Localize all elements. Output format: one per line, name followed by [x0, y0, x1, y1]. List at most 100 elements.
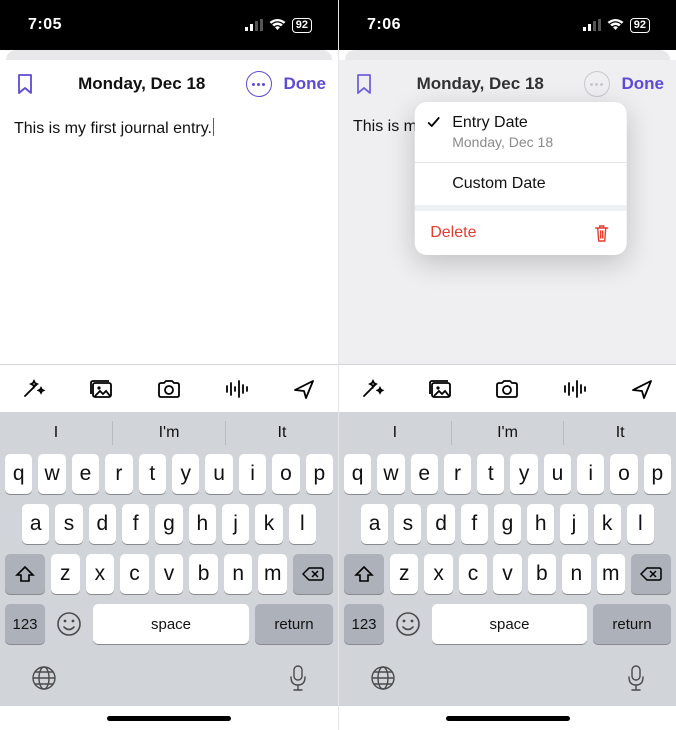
menu-custom-date[interactable]: Custom Date: [414, 163, 626, 205]
numbers-key[interactable]: 123: [5, 604, 45, 644]
return-key[interactable]: return: [255, 604, 333, 644]
key[interactable]: g: [494, 504, 521, 544]
key[interactable]: j: [222, 504, 249, 544]
key[interactable]: f: [461, 504, 488, 544]
key[interactable]: o: [610, 454, 637, 494]
mic-icon[interactable]: [288, 664, 308, 697]
key[interactable]: c: [459, 554, 487, 594]
mic-icon[interactable]: [626, 664, 646, 697]
bookmark-icon[interactable]: [351, 71, 377, 97]
key[interactable]: k: [594, 504, 621, 544]
key[interactable]: y: [172, 454, 199, 494]
key[interactable]: x: [424, 554, 452, 594]
key[interactable]: p: [644, 454, 671, 494]
key[interactable]: x: [86, 554, 115, 594]
key[interactable]: r: [444, 454, 471, 494]
key[interactable]: t: [477, 454, 504, 494]
key[interactable]: o: [272, 454, 299, 494]
numbers-key[interactable]: 123: [344, 604, 384, 644]
location-arrow-icon[interactable]: [282, 367, 326, 411]
key[interactable]: i: [577, 454, 604, 494]
key[interactable]: i: [239, 454, 266, 494]
key[interactable]: e: [72, 454, 99, 494]
key[interactable]: c: [120, 554, 149, 594]
status-bar: 7:05 92: [0, 0, 338, 50]
key[interactable]: q: [344, 454, 371, 494]
key[interactable]: d: [427, 504, 454, 544]
return-key[interactable]: return: [593, 604, 671, 644]
delete-key[interactable]: [293, 554, 333, 594]
suggestion[interactable]: It: [226, 424, 338, 442]
key[interactable]: e: [411, 454, 438, 494]
shift-key[interactable]: [5, 554, 45, 594]
more-button[interactable]: [246, 71, 272, 97]
emoji-key[interactable]: [390, 604, 426, 644]
more-button[interactable]: [584, 71, 610, 97]
space-key[interactable]: space: [432, 604, 587, 644]
key[interactable]: b: [189, 554, 218, 594]
menu-sublabel: Monday, Dec 18: [452, 134, 610, 150]
key[interactable]: q: [5, 454, 32, 494]
magic-wand-icon[interactable]: [351, 367, 395, 411]
bookmark-icon[interactable]: [12, 71, 38, 97]
key[interactable]: t: [139, 454, 166, 494]
key[interactable]: f: [122, 504, 149, 544]
audio-wave-icon[interactable]: [553, 367, 597, 411]
key[interactable]: g: [155, 504, 182, 544]
key[interactable]: z: [51, 554, 80, 594]
done-button[interactable]: Done: [278, 74, 327, 94]
key[interactable]: z: [390, 554, 418, 594]
globe-icon[interactable]: [30, 664, 58, 697]
key[interactable]: b: [528, 554, 556, 594]
key[interactable]: a: [361, 504, 388, 544]
emoji-key[interactable]: [51, 604, 87, 644]
location-arrow-icon[interactable]: [620, 367, 664, 411]
done-button[interactable]: Done: [616, 74, 665, 94]
suggestion[interactable]: I: [339, 424, 451, 442]
camera-icon[interactable]: [147, 367, 191, 411]
key[interactable]: p: [306, 454, 333, 494]
key[interactable]: h: [189, 504, 216, 544]
key[interactable]: u: [544, 454, 571, 494]
key[interactable]: w: [377, 454, 404, 494]
menu-entry-date[interactable]: Entry Date Monday, Dec 18: [414, 102, 626, 162]
photo-gallery-icon[interactable]: [79, 367, 123, 411]
entry-text-area[interactable]: This is my first journal entry.: [0, 108, 338, 364]
magic-wand-icon[interactable]: [12, 367, 56, 411]
key[interactable]: j: [560, 504, 587, 544]
photo-gallery-icon[interactable]: [418, 367, 462, 411]
home-indicator[interactable]: [0, 706, 338, 730]
key[interactable]: k: [255, 504, 282, 544]
key[interactable]: v: [155, 554, 184, 594]
key[interactable]: l: [289, 504, 316, 544]
suggestion[interactable]: It: [564, 424, 676, 442]
key[interactable]: n: [562, 554, 590, 594]
menu-delete[interactable]: Delete: [414, 211, 626, 255]
key[interactable]: n: [224, 554, 253, 594]
space-key[interactable]: space: [93, 604, 249, 644]
key[interactable]: s: [55, 504, 82, 544]
key[interactable]: w: [38, 454, 65, 494]
suggestion[interactable]: I: [0, 424, 112, 442]
audio-wave-icon[interactable]: [215, 367, 259, 411]
key[interactable]: y: [510, 454, 537, 494]
suggestion[interactable]: I'm: [452, 424, 564, 442]
key[interactable]: s: [394, 504, 421, 544]
context-menu: Entry Date Monday, Dec 18 Custom Date De…: [414, 102, 626, 255]
delete-key[interactable]: [631, 554, 671, 594]
trash-icon: [592, 223, 610, 243]
key[interactable]: l: [627, 504, 654, 544]
shift-key[interactable]: [344, 554, 384, 594]
key[interactable]: a: [22, 504, 49, 544]
suggestion[interactable]: I'm: [113, 424, 225, 442]
key[interactable]: u: [205, 454, 232, 494]
globe-icon[interactable]: [369, 664, 397, 697]
camera-icon[interactable]: [485, 367, 529, 411]
key[interactable]: r: [105, 454, 132, 494]
key[interactable]: m: [597, 554, 625, 594]
key[interactable]: v: [493, 554, 521, 594]
key[interactable]: d: [89, 504, 116, 544]
key[interactable]: h: [527, 504, 554, 544]
key[interactable]: m: [258, 554, 287, 594]
home-indicator[interactable]: [339, 706, 676, 730]
